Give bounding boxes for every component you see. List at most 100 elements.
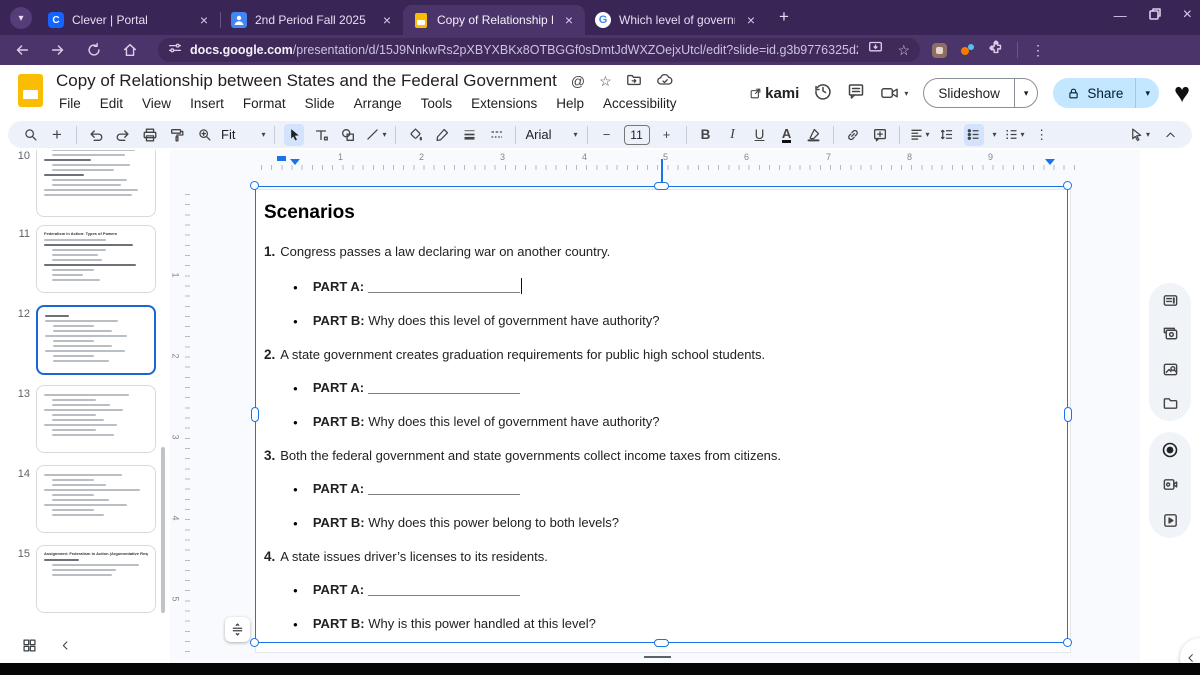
indent-marker-right[interactable] <box>1045 159 1055 165</box>
menu-view[interactable]: View <box>137 95 176 112</box>
tab-classroom[interactable]: 2nd Period Fall 2025 × <box>221 5 403 35</box>
italic-icon[interactable]: I <box>723 124 743 146</box>
minimize-icon[interactable]: — <box>1114 8 1127 23</box>
insert-line-icon[interactable]: ▾ <box>365 124 386 146</box>
document-title[interactable]: Copy of Relationship between States and … <box>56 71 557 91</box>
video-play-icon[interactable] <box>1155 505 1185 535</box>
text-color-icon[interactable]: A <box>777 124 797 146</box>
paint-format-icon[interactable] <box>167 124 187 146</box>
move-folder-icon[interactable] <box>626 72 642 91</box>
font-family-select[interactable]: Arial ▾ <box>525 124 577 146</box>
slide-thumbnail-15[interactable]: Assignment: Federalism in Action (Argume… <box>36 545 156 613</box>
answer-blank[interactable] <box>367 583 520 596</box>
select-tool-icon[interactable] <box>284 123 305 146</box>
grid-view-icon[interactable] <box>22 638 37 658</box>
handle-top-center[interactable] <box>654 182 669 190</box>
collapse-toolbar-icon[interactable] <box>1160 124 1180 146</box>
handle-bottom-center[interactable] <box>654 639 669 647</box>
screen-record-icon[interactable] <box>1155 470 1185 500</box>
slide-page[interactable]: Scenarios 1. Congress passes a law declar… <box>256 190 1070 652</box>
border-weight-icon[interactable] <box>459 124 479 146</box>
indent-marker-rect[interactable] <box>277 156 286 161</box>
undo-icon[interactable] <box>86 124 106 146</box>
screenshot-icon[interactable] <box>1155 320 1185 350</box>
font-size-input[interactable]: 11 <box>623 124 650 145</box>
browser-menu-icon[interactable]: ⋮ <box>1031 42 1045 59</box>
slide-thumbnail-11[interactable]: Federalism in Action: Types of Powers <box>36 225 156 293</box>
menu-extensions[interactable]: Extensions <box>466 95 542 112</box>
indent-marker-left[interactable] <box>290 159 300 165</box>
back-icon[interactable] <box>8 38 36 62</box>
slide-thumbnail-10[interactable] <box>36 150 156 217</box>
extension-icon-1[interactable] <box>932 42 947 58</box>
restore-icon[interactable] <box>1148 7 1161 23</box>
handle-bottom-right[interactable] <box>1063 638 1072 647</box>
insert-link-icon[interactable] <box>843 124 863 146</box>
highlight-color-icon[interactable] <box>804 124 824 146</box>
print-icon[interactable] <box>140 124 160 146</box>
border-color-icon[interactable] <box>432 124 452 146</box>
menu-file[interactable]: File <box>54 95 86 112</box>
tab-google-search[interactable]: G Which level of government sho × <box>585 5 767 35</box>
menu-insert[interactable]: Insert <box>185 95 229 112</box>
slideshow-button[interactable]: Slideshow ▾ <box>923 78 1039 108</box>
zoom-select[interactable]: Fit ▾ <box>221 124 265 146</box>
slide-thumbnail-14[interactable] <box>36 465 156 533</box>
menu-format[interactable]: Format <box>238 95 291 112</box>
bulleted-list-dropdown[interactable]: ▾ <box>993 130 997 139</box>
border-dash-icon[interactable] <box>486 124 506 146</box>
filmstrip-scrollbar[interactable] <box>161 447 165 613</box>
font-size-decrease[interactable]: − <box>597 124 617 146</box>
menu-edit[interactable]: Edit <box>95 95 128 112</box>
close-tab-icon[interactable]: × <box>743 12 759 28</box>
zoom-icon[interactable] <box>194 124 214 146</box>
pen-tools-icon[interactable]: ▾ <box>1129 124 1150 146</box>
align-icon[interactable]: ▾ <box>909 124 930 146</box>
home-icon[interactable] <box>116 38 144 62</box>
share-dropdown[interactable]: ▾ <box>1135 78 1159 108</box>
add-slide-icon[interactable]: + <box>47 124 67 146</box>
star-icon[interactable]: ☆ <box>599 73 612 90</box>
share-button[interactable]: Share ▾ <box>1053 78 1159 108</box>
kami-button[interactable]: kami <box>749 85 799 102</box>
menu-slide[interactable]: Slide <box>300 95 340 112</box>
menu-accessibility[interactable]: Accessibility <box>598 95 682 112</box>
record-icon[interactable] <box>1155 435 1185 465</box>
handle-top-right[interactable] <box>1063 181 1072 190</box>
meet-video-icon[interactable]: ▾ <box>880 85 908 101</box>
tab-clever[interactable]: C Clever | Portal × <box>38 5 220 35</box>
folder-icon[interactable] <box>1155 389 1185 419</box>
url-omnibox[interactable]: docs.google.com/presentation/d/15J9NnkwR… <box>158 38 920 62</box>
text-box-icon[interactable] <box>311 124 331 146</box>
comment-history-icon[interactable] <box>847 82 865 105</box>
forward-icon[interactable] <box>44 38 72 62</box>
redo-icon[interactable] <box>113 124 133 146</box>
bookmark-star-icon[interactable]: ☆ <box>897 42 910 59</box>
cloud-status-icon[interactable] <box>656 72 674 91</box>
answer-blank[interactable] <box>367 280 520 293</box>
version-history-icon[interactable] <box>814 82 832 105</box>
numbered-list-icon[interactable]: ▾ <box>1004 124 1025 146</box>
more-options-icon[interactable]: ⋮ <box>1032 124 1052 146</box>
image-search-icon[interactable] <box>1155 354 1185 384</box>
underline-icon[interactable]: U <box>750 124 770 146</box>
font-size-increase[interactable]: + <box>657 124 677 146</box>
slide-text-box[interactable]: Scenarios 1. Congress passes a law declar… <box>256 190 1070 652</box>
menu-help[interactable]: Help <box>551 95 589 112</box>
reload-icon[interactable] <box>80 38 108 62</box>
text-autofit-button[interactable] <box>225 617 250 642</box>
collapse-filmstrip-icon[interactable] <box>59 639 72 657</box>
slide-thumbnail-13[interactable] <box>36 385 156 453</box>
save-to-device-icon[interactable] <box>868 40 883 60</box>
slide-thumbnail-12-selected[interactable] <box>36 305 156 375</box>
site-settings-icon[interactable] <box>168 41 182 60</box>
close-tab-icon[interactable]: × <box>561 12 577 28</box>
bold-icon[interactable]: B <box>696 124 716 146</box>
close-window-icon[interactable]: × <box>1183 6 1192 24</box>
mention-icon[interactable]: @ <box>571 73 585 89</box>
handle-bottom-left[interactable] <box>250 638 259 647</box>
new-tab-button[interactable]: + <box>779 7 789 27</box>
bulleted-list-icon[interactable] <box>963 123 984 146</box>
answer-blank[interactable] <box>367 381 520 394</box>
handle-left-middle[interactable] <box>251 407 259 422</box>
